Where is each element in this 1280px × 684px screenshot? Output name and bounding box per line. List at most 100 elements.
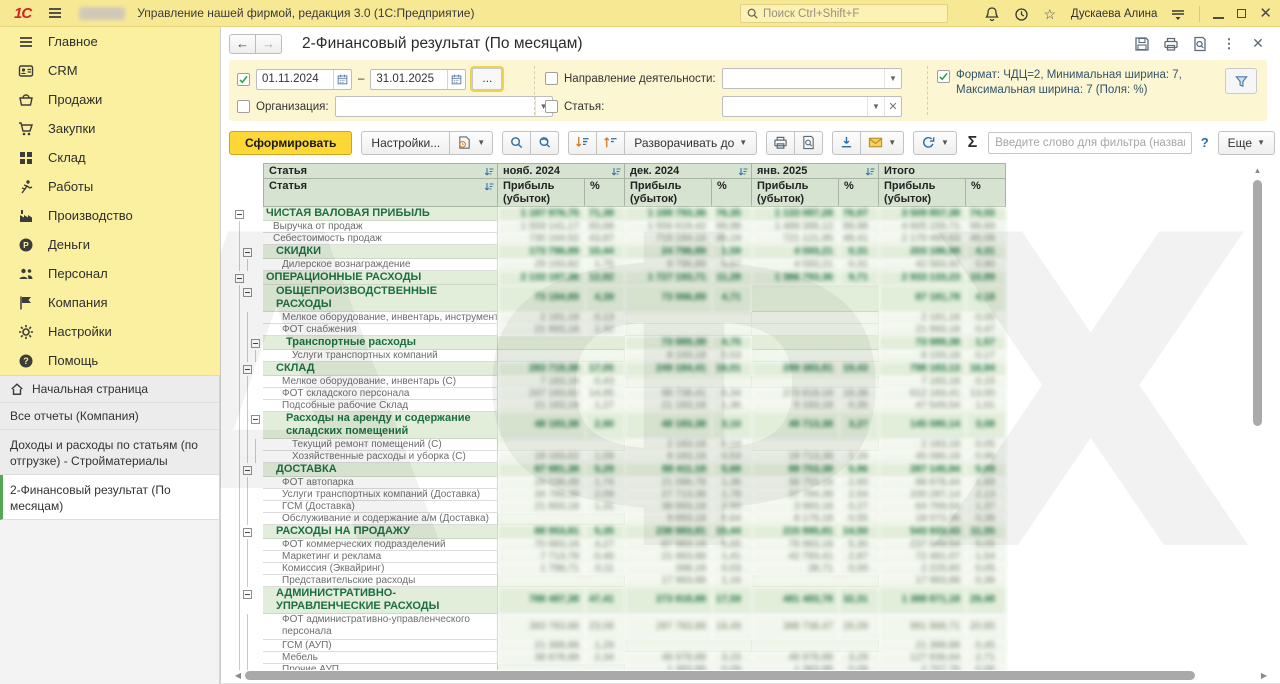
row-label-cell[interactable]: Представительские расходы [263,574,498,587]
value-cell[interactable]: 0,35 [839,399,879,412]
sidebar-item-главное[interactable]: Главное [0,27,220,56]
value-cell[interactable]: 1,74 [585,476,625,489]
vertical-scrollbar[interactable]: ▲ ▼ [1252,166,1263,684]
forward-button[interactable]: → [255,33,282,54]
row-label-cell[interactable]: Расходы на аренду и содержание складских… [263,411,498,439]
value-cell[interactable]: 100 287,14 [879,488,966,501]
value-cell[interactable]: 27 713,38 [625,488,712,501]
header-percent-1[interactable]: % [712,179,752,207]
value-cell[interactable]: 5,65 [712,538,752,551]
value-cell[interactable]: 21 993,18 [879,323,966,336]
value-cell[interactable]: 17,59 [712,586,752,614]
article-checkbox[interactable] [545,100,558,113]
value-cell[interactable]: 4 593,21 [752,259,839,271]
value-cell[interactable]: 2,34 [585,651,625,664]
value-cell[interactable]: 9 893,18 [625,512,712,525]
value-cell[interactable] [585,335,625,350]
row-label-cell[interactable]: Мелкое оборудование, инвентарь, инструме… [263,311,498,324]
calendar-icon[interactable] [447,69,465,89]
value-cell[interactable]: 543 933,43 [879,524,966,539]
header-profit-0[interactable]: Прибыль (убыток) [498,179,585,207]
value-cell[interactable]: 12,82 [585,271,625,285]
header-period-3[interactable]: Итого [879,163,1006,179]
more-menu-icon[interactable]: ⋮ [1221,36,1237,52]
value-cell[interactable]: 19,43 [839,361,879,376]
value-cell[interactable] [498,438,585,451]
value-cell[interactable]: 481 483,78 [752,586,839,614]
value-cell[interactable]: 798 183,13 [879,361,966,376]
value-cell[interactable]: 72 481,07 [879,550,966,563]
value-cell[interactable] [752,438,839,451]
value-cell[interactable]: 6,34 [712,387,752,400]
value-cell[interactable]: 48 183,38 [498,411,585,439]
history-icon[interactable] [1013,6,1029,22]
value-cell[interactable]: 88 878,44 [879,476,966,489]
value-cell[interactable]: 1,01 [966,399,1006,412]
value-cell[interactable]: 88 953,81 [498,524,585,539]
vertical-scroll-thumb[interactable] [1253,180,1262,426]
row-label-cell[interactable]: РАСХОДЫ НА ПРОДАЖУ [263,524,498,539]
value-cell[interactable]: 29,48 [966,586,1006,614]
value-cell[interactable]: 5,29 [585,462,625,477]
value-cell[interactable]: 2 183,18 [625,438,712,451]
row-label-cell[interactable]: Услуги транспортных компаний (Доставка) [263,488,498,501]
calendar-icon[interactable] [333,69,351,89]
sort-icon[interactable] [611,167,621,177]
maximize-button[interactable] [1237,9,1247,18]
header-percent-0[interactable]: % [585,179,625,207]
value-cell[interactable]: 1 133 087,28 [752,207,839,221]
value-cell[interactable]: 71,38 [585,207,625,221]
value-cell[interactable]: 1,54 [966,550,1006,563]
value-cell[interactable]: 273 818,18 [752,387,839,400]
collapse-group-icon[interactable] [251,414,260,424]
value-cell[interactable] [839,574,879,587]
sidebar-item-помощь[interactable]: ? Помощь [0,346,220,375]
row-label-cell[interactable]: СКИДКИ [263,245,498,259]
value-cell[interactable] [712,323,752,336]
value-cell[interactable]: 2 183,18 [879,438,966,451]
value-cell[interactable]: 0,15 [966,375,1006,388]
value-cell[interactable]: 26,09 [839,613,879,640]
value-cell[interactable]: 0,45 [966,639,1006,652]
value-cell[interactable]: 17 983,88 [879,574,966,587]
value-cell[interactable]: 788 487,38 [498,586,585,614]
value-cell[interactable]: 721 121,95 [752,233,839,245]
value-cell[interactable]: 38 893,18 [625,500,712,513]
value-cell[interactable]: 4,31 [966,245,1006,259]
value-cell[interactable] [625,311,712,324]
row-label-cell[interactable]: ГСМ (Доставка) [263,500,498,513]
value-cell[interactable] [585,512,625,525]
row-label-cell[interactable]: ДОСТАВКА [263,462,498,477]
header-percent-3[interactable]: % [966,179,1006,207]
value-cell[interactable]: 1,36 [712,476,752,489]
row-label-cell[interactable]: ГСМ (АУП) [263,639,498,652]
value-cell[interactable]: 247 183,82 [498,387,585,400]
header-article[interactable]: Статья [263,163,498,179]
row-label-cell[interactable]: ФОТ коммерческих подразделений [263,538,498,551]
value-cell[interactable]: 4,27 [585,538,625,551]
value-cell[interactable]: 1 727 193,71 [625,271,712,285]
value-cell[interactable]: 388 738,47 [752,613,839,640]
value-cell[interactable]: 2,90 [585,411,625,439]
row-label-cell[interactable]: ОБЩЕПРОИЗВОДСТВЕННЫЕ РАСХОДЫ [263,285,498,312]
scroll-up-arrow[interactable]: ▲ [1252,166,1263,175]
more-button[interactable]: Еще ▼ [1217,130,1275,155]
value-cell[interactable]: 45 080,18 [879,450,966,463]
refresh-button[interactable]: ▼ [913,130,957,155]
value-cell[interactable]: 0,31 [839,259,879,271]
value-cell[interactable]: 29 038,48 [498,476,585,489]
sidebar-item-продажи[interactable]: Продажи [0,85,220,114]
value-cell[interactable]: 32,31 [839,586,879,614]
value-cell[interactable]: 78 983,18 [752,538,839,551]
value-cell[interactable]: 38,71 [752,562,839,575]
value-cell[interactable]: 17 983,88 [625,574,712,587]
minimize-button[interactable] [1213,16,1225,19]
value-cell[interactable]: 0,05 [966,438,1006,451]
value-cell[interactable]: 4,71 [712,285,752,312]
value-cell[interactable]: 1 788,71 [498,562,585,575]
value-cell[interactable]: 4 593,21 [752,245,839,259]
value-cell[interactable]: 99,98 [839,221,879,233]
row-label-cell[interactable]: ЧИСТАЯ ВАЛОВАЯ ПРИБЫЛЬ [263,207,498,221]
value-cell[interactable]: 0,55 [839,512,879,525]
value-cell[interactable]: 21 086,78 [625,476,712,489]
